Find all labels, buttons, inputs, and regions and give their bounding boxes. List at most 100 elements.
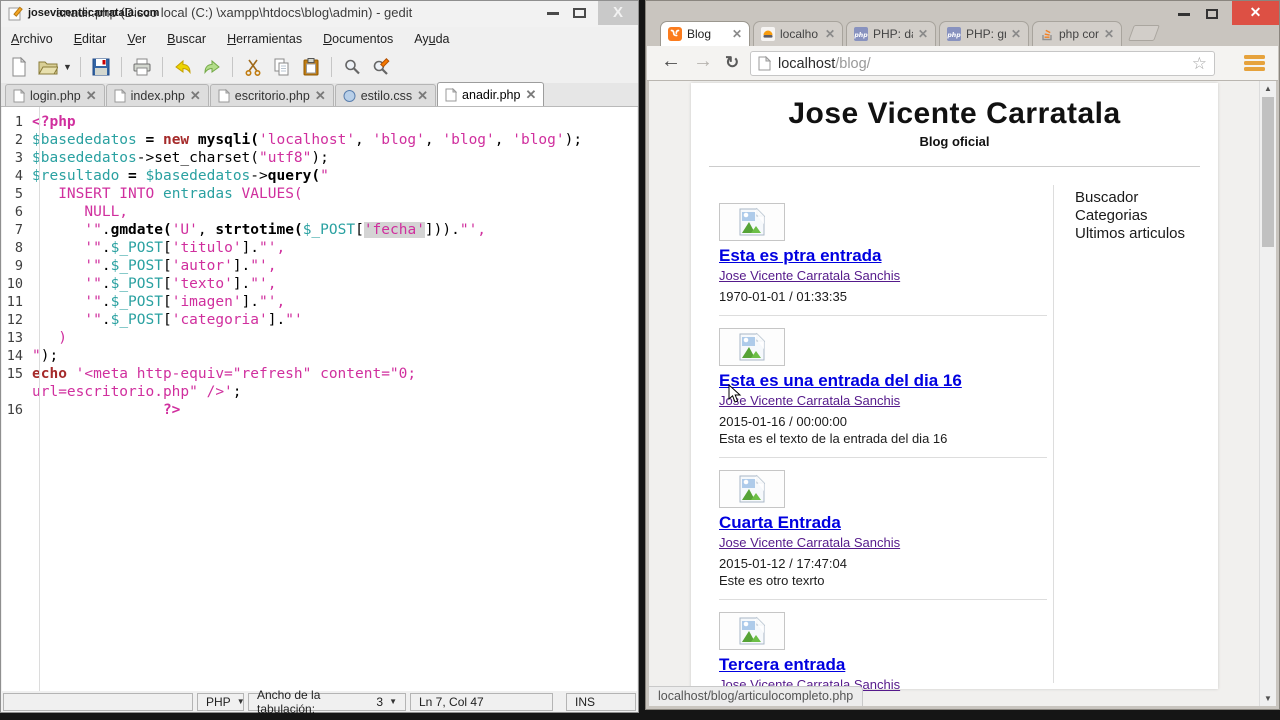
gedit-toolbar: ▼ bbox=[1, 51, 638, 83]
menu-ver[interactable]: Ver bbox=[127, 32, 146, 46]
code-line: 8 '".$_POST['titulo']."', bbox=[2, 239, 637, 257]
gedit-titlebar[interactable]: josevicentecarratala.com anadir.php (Dis… bbox=[1, 1, 638, 27]
browser-tab-label: php cor bbox=[1059, 27, 1099, 41]
editor-tab-login.php[interactable]: login.php ✕ bbox=[5, 84, 105, 106]
entry-text: Esta es el texto de la entrada del dia 1… bbox=[719, 431, 948, 446]
entry-date: 1970-01-01 / 01:33:35 bbox=[719, 289, 847, 304]
entry-thumbnail[interactable] bbox=[719, 612, 785, 650]
scroll-up-arrow[interactable]: ▲ bbox=[1260, 84, 1276, 93]
link-status-bubble: localhost/blog/articulocompleto.php bbox=[649, 686, 864, 706]
entry-thumbnail[interactable] bbox=[719, 470, 785, 508]
line-number: 9 bbox=[14, 258, 23, 274]
entry-divider bbox=[719, 599, 1047, 600]
address-bar[interactable]: localhost/blog/ ☆ bbox=[750, 51, 1215, 76]
redo-button[interactable] bbox=[200, 55, 224, 79]
svg-text:php: php bbox=[854, 32, 868, 39]
entry-thumbnail[interactable] bbox=[719, 203, 785, 241]
entry-title-link[interactable]: Tercera entrada bbox=[719, 655, 845, 675]
tab-close-icon[interactable]: ✕ bbox=[315, 89, 326, 102]
tab-close-icon[interactable]: ✕ bbox=[86, 89, 97, 102]
code-text: url=escritorio.php" />'; bbox=[32, 384, 242, 400]
code-line: 7 '".gmdate('U', strtotime($_POST['fecha… bbox=[2, 221, 637, 239]
forward-button[interactable]: → bbox=[693, 50, 713, 73]
browser-tab-label: PHP: gr bbox=[966, 27, 1006, 41]
editor-tab-estilo.css[interactable]: estilo.css ✕ bbox=[334, 84, 437, 106]
menu-ayuda[interactable]: Ayuda bbox=[414, 32, 449, 46]
vertical-scrollbar[interactable]: ▲ ▼ bbox=[1259, 81, 1276, 706]
entry-title-link[interactable]: Esta es ptra entrada bbox=[719, 246, 882, 266]
line-number: 6 bbox=[14, 204, 23, 220]
tab-close-icon[interactable]: ✕ bbox=[1011, 27, 1021, 41]
entry-title-link[interactable]: Cuarta Entrada bbox=[719, 513, 841, 533]
line-number: 4 bbox=[14, 168, 23, 184]
php-icon: php bbox=[854, 27, 868, 41]
entry-author-link[interactable]: Jose Vicente Carratala Sanchis bbox=[719, 535, 900, 550]
menu-herramientas[interactable]: Herramientas bbox=[227, 32, 302, 46]
browser-tab-php-gr[interactable]: php PHP: gr ✕ bbox=[939, 21, 1029, 46]
scroll-down-arrow[interactable]: ▼ bbox=[1260, 694, 1276, 703]
tab-close-icon[interactable]: ✕ bbox=[190, 89, 201, 102]
reload-button[interactable]: ↻ bbox=[725, 53, 739, 73]
language-selector[interactable]: PHP ▼ bbox=[197, 692, 245, 711]
chrome-minimize-button[interactable] bbox=[1178, 13, 1190, 16]
blog-entry: Esta es una entrada del dia 16 Jose Vicen… bbox=[719, 328, 1047, 458]
code-editor[interactable]: 1 <?php 2 $basededatos = new mysqli('localh… bbox=[2, 107, 637, 691]
code-text: $basededatos = new mysqli('localhost', '… bbox=[32, 132, 583, 148]
code-text: "); bbox=[32, 348, 59, 364]
line-number: 8 bbox=[14, 240, 23, 256]
entry-thumbnail[interactable] bbox=[719, 328, 785, 366]
chrome-toolbar: ← → ↻ localhost/blog/ ☆ bbox=[647, 46, 1278, 81]
find-button[interactable] bbox=[340, 55, 364, 79]
editor-tab-escritorio.php[interactable]: escritorio.php ✕ bbox=[209, 84, 334, 106]
gedit-maximize-button[interactable] bbox=[573, 8, 586, 18]
editor-tab-anadir.php[interactable]: anadir.php ✕ bbox=[437, 82, 545, 106]
save-button[interactable] bbox=[89, 55, 113, 79]
chrome-maximize-button[interactable] bbox=[1206, 9, 1218, 19]
print-button[interactable] bbox=[130, 55, 154, 79]
menu-archivo[interactable]: Archivo bbox=[11, 32, 53, 46]
chrome-close-button[interactable]: ✕ bbox=[1232, 1, 1279, 25]
entry-title-link[interactable]: Esta es una entrada del dia 16 bbox=[719, 371, 962, 391]
line-number: 2 bbox=[14, 132, 23, 148]
tab-width-selector[interactable]: Ancho de la tabulación: 3 ▼ bbox=[248, 688, 406, 716]
find-replace-button[interactable] bbox=[369, 55, 393, 79]
tab-close-icon[interactable]: ✕ bbox=[918, 27, 928, 41]
cut-button[interactable] bbox=[241, 55, 265, 79]
browser-tab-blog[interactable]: Blog ✕ bbox=[660, 21, 750, 46]
gedit-minimize-button[interactable] bbox=[547, 11, 559, 15]
entry-author-link[interactable]: Jose Vicente Carratala Sanchis bbox=[719, 268, 900, 283]
copy-button[interactable] bbox=[270, 55, 294, 79]
browser-tab-localho[interactable]: localho ✕ bbox=[753, 21, 843, 46]
gedit-close-button[interactable]: X bbox=[598, 1, 638, 25]
tab-close-icon[interactable]: ✕ bbox=[732, 27, 742, 41]
code-line: 16 ?> bbox=[2, 401, 637, 419]
undo-button[interactable] bbox=[171, 55, 195, 79]
new-document-button[interactable] bbox=[7, 55, 31, 79]
line-number: 16 bbox=[6, 402, 23, 418]
scrollbar-thumb[interactable] bbox=[1262, 97, 1274, 247]
tab-close-icon[interactable]: ✕ bbox=[1104, 27, 1114, 41]
menu-buscar[interactable]: Buscar bbox=[167, 32, 206, 46]
browser-tab-php-da[interactable]: php PHP: da ✕ bbox=[846, 21, 936, 46]
editor-tab-label: login.php bbox=[30, 88, 81, 103]
open-dropdown-arrow[interactable]: ▼ bbox=[63, 62, 72, 72]
paste-button[interactable] bbox=[299, 55, 323, 79]
line-number: 7 bbox=[14, 222, 23, 238]
entry-author-link[interactable]: Jose Vicente Carratala Sanchis bbox=[719, 393, 900, 408]
code-line: 10 '".$_POST['texto']."', bbox=[2, 275, 637, 293]
browser-tab-php-cor[interactable]: php cor ✕ bbox=[1032, 21, 1122, 46]
menu-editar[interactable]: Editar bbox=[74, 32, 107, 46]
code-text: ?> bbox=[162, 402, 181, 418]
back-button[interactable]: ← bbox=[661, 50, 681, 73]
tab-close-icon[interactable]: ✕ bbox=[525, 88, 536, 101]
new-tab-button[interactable] bbox=[1128, 25, 1160, 41]
chrome-menu-icon[interactable] bbox=[1244, 55, 1265, 71]
xampp-icon bbox=[668, 27, 682, 41]
editor-tab-index.php[interactable]: index.php ✕ bbox=[105, 84, 209, 106]
tab-close-icon[interactable]: ✕ bbox=[825, 27, 835, 41]
bookmark-star-icon[interactable]: ☆ bbox=[1192, 54, 1207, 74]
open-document-button[interactable] bbox=[36, 55, 60, 79]
tab-close-icon[interactable]: ✕ bbox=[417, 89, 428, 102]
menu-documentos[interactable]: Documentos bbox=[323, 32, 393, 46]
line-number: 1 bbox=[14, 114, 23, 130]
